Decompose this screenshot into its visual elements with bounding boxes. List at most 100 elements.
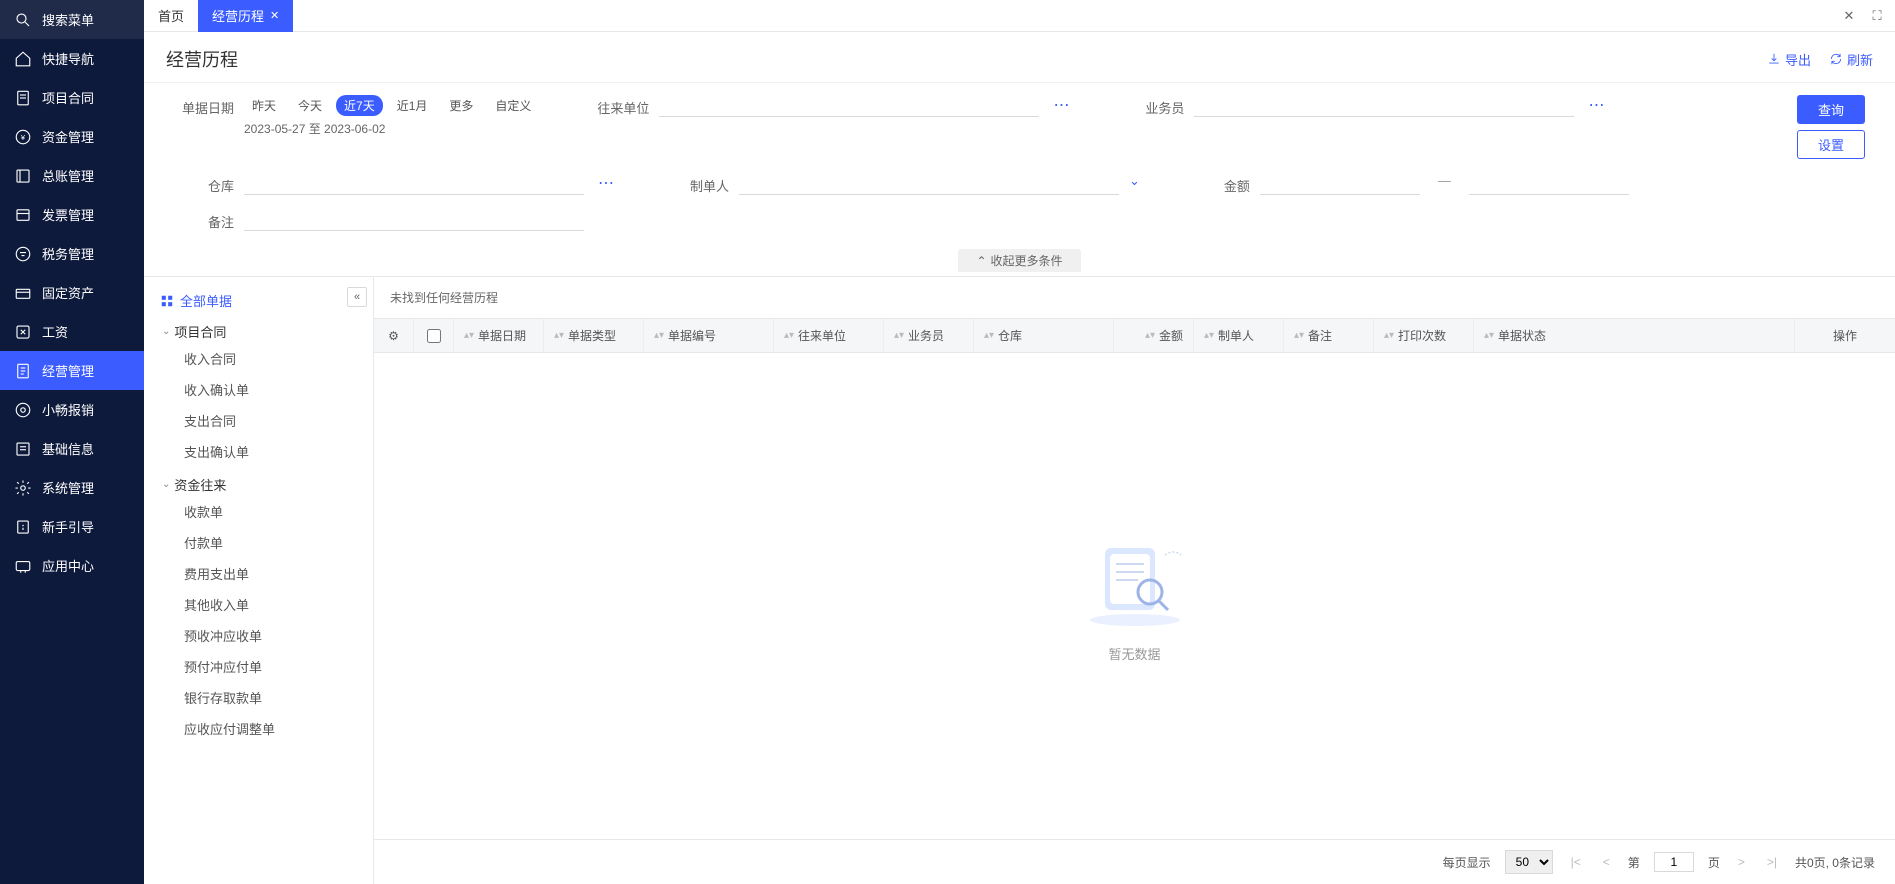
col-doc-date[interactable]: ▴▾单据日期 [454, 319, 544, 352]
tree-item[interactable]: 收款单 [144, 496, 373, 527]
sidebar-item-contract[interactable]: 项目合同 [0, 78, 144, 117]
col-action: 操作 [1795, 319, 1895, 352]
collapse-filters-button[interactable]: ⌃ 收起更多条件 [958, 249, 1080, 272]
date-opt-1month[interactable]: 近1月 [389, 95, 436, 116]
date-opt-7days[interactable]: 近7天 [336, 95, 383, 116]
warehouse-more-button[interactable]: ⋯ [594, 173, 619, 193]
sidebar-item-ledger[interactable]: 总账管理 [0, 156, 144, 195]
contact-more-button[interactable]: ⋯ [1049, 95, 1074, 115]
tree-collapse-button[interactable]: « [347, 287, 367, 307]
contact-input[interactable] [659, 95, 1039, 117]
sidebar-item-salary[interactable]: 工资 [0, 312, 144, 351]
tree-all-docs[interactable]: 全部单据 [144, 287, 373, 314]
tree-item[interactable]: 其他收入单 [144, 589, 373, 620]
date-opt-more[interactable]: 更多 [441, 95, 481, 116]
sidebar-item-info[interactable]: 基础信息 [0, 429, 144, 468]
tree-item[interactable]: 银行存取款单 [144, 682, 373, 713]
date-range-text: 2023-05-27 至 2023-06-02 [244, 120, 539, 137]
doc-date-label: 单据日期 [174, 95, 234, 117]
sidebar-item-asset[interactable]: 固定资产 [0, 273, 144, 312]
settings-button[interactable]: 设置 [1797, 130, 1865, 159]
tax-icon [14, 245, 32, 263]
col-doc-no[interactable]: ▴▾单据编号 [644, 319, 774, 352]
tree-group-funds[interactable]: ⌄资金往来 [144, 467, 373, 496]
date-opt-yesterday[interactable]: 昨天 [244, 95, 284, 116]
col-warehouse[interactable]: ▴▾仓库 [974, 319, 1114, 352]
sidebar-item-label: 资金管理 [42, 127, 94, 146]
tree-item[interactable]: 支出合同 [144, 405, 373, 436]
col-print-count[interactable]: ▴▾打印次数 [1374, 319, 1474, 352]
grid-icon [160, 294, 174, 308]
salary-icon [14, 323, 32, 341]
warehouse-input[interactable] [244, 173, 584, 195]
tree-item[interactable]: 费用支出单 [144, 558, 373, 589]
sidebar-item-apps[interactable]: 应用中心 [0, 546, 144, 585]
refresh-icon [1829, 52, 1843, 66]
sidebar-item-label: 应用中心 [42, 556, 94, 575]
col-contact[interactable]: ▴▾往来单位 [774, 319, 884, 352]
refresh-button[interactable]: 刷新 [1829, 50, 1873, 69]
select-all-checkbox[interactable] [414, 319, 454, 352]
staff-input[interactable] [1194, 95, 1574, 117]
col-staff[interactable]: ▴▾业务员 [884, 319, 974, 352]
sidebar-item-money[interactable]: ¥ 资金管理 [0, 117, 144, 156]
sort-icon: ▴▾ [1145, 333, 1155, 338]
remark-input[interactable] [244, 209, 584, 231]
tab-home[interactable]: 首页 [144, 0, 198, 32]
tree-item[interactable]: 预收冲应收单 [144, 620, 373, 651]
sidebar-item-business[interactable]: 经营管理 [0, 351, 144, 390]
col-remark[interactable]: ▴▾备注 [1284, 319, 1374, 352]
last-page-button[interactable]: >| [1763, 855, 1781, 869]
date-opt-custom[interactable]: 自定义 [487, 95, 539, 116]
tree-item[interactable]: 付款单 [144, 527, 373, 558]
tree-item[interactable]: 收入确认单 [144, 374, 373, 405]
col-label: 业务员 [908, 327, 944, 344]
col-doc-type[interactable]: ▴▾单据类型 [544, 319, 644, 352]
close-icon[interactable]: ✕ [270, 9, 279, 22]
tree-item[interactable]: 收入合同 [144, 343, 373, 374]
sidebar-item-label: 系统管理 [42, 478, 94, 497]
col-status[interactable]: ▴▾单据状态 [1474, 319, 1795, 352]
date-opt-today[interactable]: 今天 [290, 95, 330, 116]
chevron-down-icon[interactable]: ⌄ [1129, 173, 1140, 189]
tree-group-label: 项目合同 [174, 322, 226, 341]
amount-to-input[interactable] [1469, 173, 1629, 195]
ledger-icon [14, 167, 32, 185]
fullscreen-button[interactable]: ⛶ [1865, 4, 1889, 28]
next-page-button[interactable]: > [1734, 855, 1749, 869]
tab-business-history[interactable]: 经营历程 ✕ [198, 0, 293, 32]
query-button[interactable]: 查询 [1797, 95, 1865, 124]
first-page-button[interactable]: |< [1567, 855, 1585, 869]
prev-page-button[interactable]: < [1599, 855, 1614, 869]
close-all-button[interactable]: ✕ [1837, 4, 1861, 28]
export-button[interactable]: 导出 [1767, 50, 1811, 69]
checkbox[interactable] [427, 329, 441, 343]
sidebar-item-label: 经营管理 [42, 361, 94, 380]
page-prefix: 第 [1628, 854, 1640, 871]
amount-from-input[interactable] [1260, 173, 1420, 195]
sidebar-item-nav[interactable]: 快捷导航 [0, 39, 144, 78]
creator-input[interactable] [739, 173, 1119, 195]
col-amount[interactable]: ▴▾金额 [1114, 319, 1194, 352]
sidebar-item-tax[interactable]: 税务管理 [0, 234, 144, 273]
caret-down-icon: ⌄ [162, 479, 170, 490]
sidebar-item-search[interactable]: 搜索菜单 [0, 0, 144, 39]
sidebar-item-invoice[interactable]: 发票管理 [0, 195, 144, 234]
sidebar-item-guide[interactable]: 新手引导 [0, 507, 144, 546]
tree-item[interactable]: 支出确认单 [144, 436, 373, 467]
column-settings-button[interactable]: ⚙ [374, 319, 414, 352]
sidebar-item-reimburse[interactable]: 小畅报销 [0, 390, 144, 429]
tree-group-contract[interactable]: ⌄项目合同 [144, 314, 373, 343]
tree-item[interactable]: 预付冲应付单 [144, 651, 373, 682]
sidebar-item-settings[interactable]: 系统管理 [0, 468, 144, 507]
invoice-icon [14, 206, 32, 224]
col-label: 单据状态 [1498, 327, 1546, 344]
page-size-select[interactable]: 50 [1505, 850, 1553, 874]
gear-icon: ⚙ [388, 329, 399, 343]
col-creator[interactable]: ▴▾制单人 [1194, 319, 1284, 352]
page-input[interactable] [1654, 852, 1694, 872]
staff-more-button[interactable]: ⋯ [1584, 95, 1609, 115]
sort-icon: ▴▾ [554, 333, 564, 338]
empty-state: 暂无数据 [374, 353, 1895, 839]
tree-item[interactable]: 应收应付调整单 [144, 713, 373, 744]
